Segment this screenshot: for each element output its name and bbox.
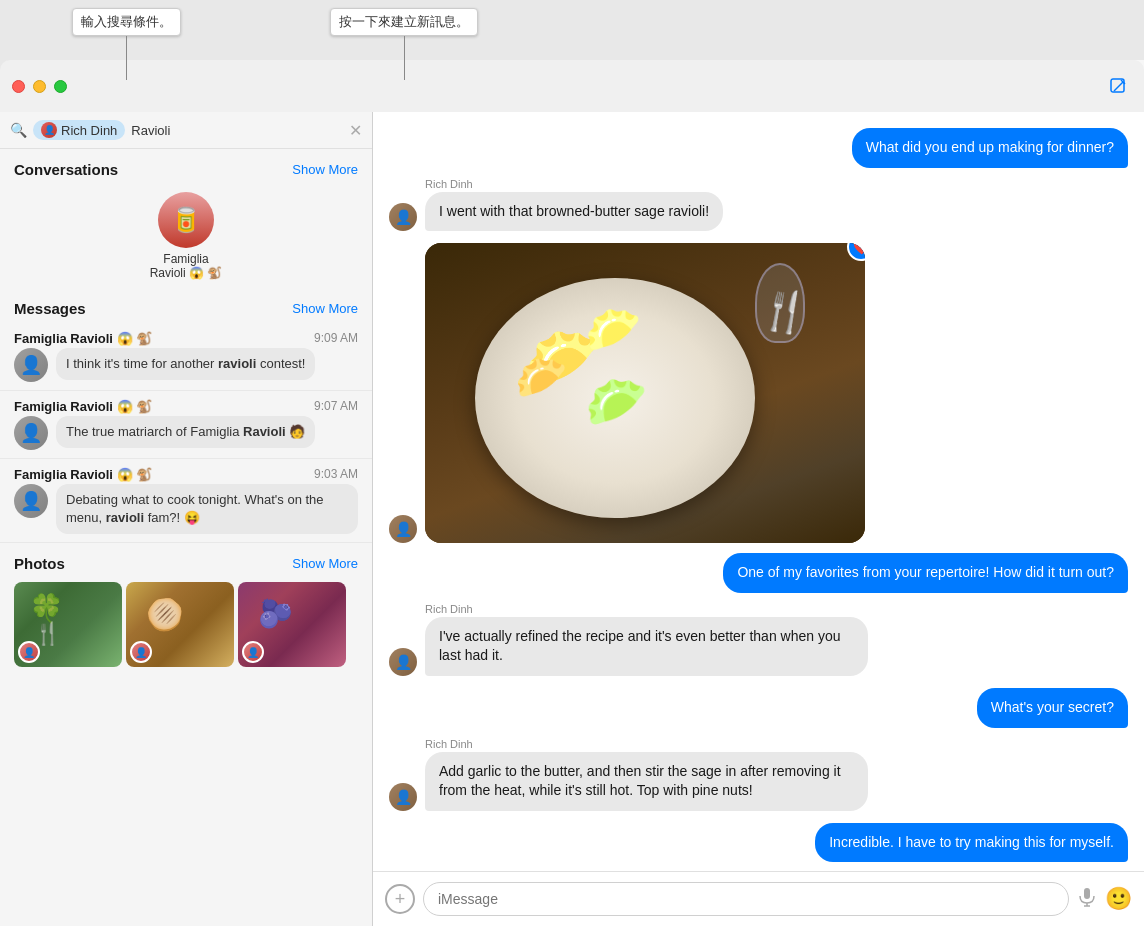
sender-label-7: Rich Dinh xyxy=(425,738,1128,750)
minimize-button[interactable] xyxy=(33,80,46,93)
message-row-8: Incredible. I have to try making this fo… xyxy=(389,823,1128,863)
conv-avatar-famiglia: 🥫 xyxy=(158,192,214,248)
message-row-4: One of my favorites from your repertoire… xyxy=(389,553,1128,593)
photo-thumb-2[interactable]: 🫓 👤 xyxy=(126,582,234,667)
message-result-3[interactable]: Famiglia Ravioli 😱 🐒 9:03 AM 👤 Debating … xyxy=(0,459,372,543)
msg-result-time-3: 9:03 AM xyxy=(314,467,358,482)
photo-image-2: 🫓 👤 xyxy=(126,582,234,667)
photo-avatar-2: 👤 xyxy=(130,641,152,663)
photos-grid: 🍀 🍴 👤 🫓 👤 🫐 👤 xyxy=(0,578,372,681)
tooltip-compose: 按一下來建立新訊息。 xyxy=(330,8,478,36)
sender-label-2: Rich Dinh xyxy=(425,178,1128,190)
message-result-2[interactable]: Famiglia Ravioli 😱 🐒 9:07 AM 👤 The true … xyxy=(0,391,372,459)
photos-title: Photos xyxy=(14,555,65,572)
search-text: Ravioli xyxy=(131,123,170,138)
close-button[interactable] xyxy=(12,80,25,93)
conv-name-famiglia: FamigliaRavioli 😱 🐒 xyxy=(150,252,223,280)
traffic-lights xyxy=(12,80,67,93)
photo-avatar-3: 👤 xyxy=(242,641,264,663)
sidebar: 🔍 👤 Rich Dinh Ravioli ✕ Conversations Sh… xyxy=(0,112,373,926)
messages-title: Messages xyxy=(14,300,86,317)
search-bar: 🔍 👤 Rich Dinh Ravioli ✕ xyxy=(0,112,372,149)
chat-input-bar: + 🙂 xyxy=(373,871,1144,926)
msg-result-name-3: Famiglia Ravioli 😱 🐒 xyxy=(14,467,152,482)
ravioli-photo: 🥟 🥟 🥟 🥟 🍴 ❤️ xyxy=(425,243,865,543)
messages-show-more[interactable]: Show More xyxy=(292,301,358,316)
emoji-button[interactable]: 🙂 xyxy=(1105,886,1132,912)
photo-thumb-3[interactable]: 🫐 👤 xyxy=(238,582,346,667)
message-image-wrap: 🥟 🥟 🥟 🥟 🍴 ❤️ xyxy=(425,243,865,543)
titlebar xyxy=(0,60,1144,112)
msg-result-avatar-3: 👤 xyxy=(14,484,48,518)
message-bubble-5: I've actually refined the recipe and it'… xyxy=(425,617,868,676)
msg-result-body-1: 👤 I think it's time for another ravioli … xyxy=(14,348,358,382)
msg-result-text-3: Debating what to cook tonight. What's on… xyxy=(56,484,358,534)
photos-show-more[interactable]: Show More xyxy=(292,556,358,571)
photos-header: Photos Show More xyxy=(0,543,372,578)
conversations-header: Conversations Show More xyxy=(0,149,372,184)
msg-result-text-1: I think it's time for another ravioli co… xyxy=(56,348,315,380)
msg-result-name-1: Famiglia Ravioli 😱 🐒 xyxy=(14,331,152,346)
conversations-title: Conversations xyxy=(14,161,118,178)
msg-result-text-2: The true matriarch of Famiglia Ravioli 🧑 xyxy=(56,416,315,448)
message-row-image: 👤 🥟 🥟 🥟 🥟 xyxy=(389,243,1128,543)
message-bubble-1: What did you end up making for dinner? xyxy=(852,128,1128,168)
msg-avatar-image: 👤 xyxy=(389,515,417,543)
conv-avatar-emoji: 🥫 xyxy=(158,192,214,248)
photo-thumb-1[interactable]: 🍀 🍴 👤 xyxy=(14,582,122,667)
msg-result-header-1: Famiglia Ravioli 😱 🐒 9:09 AM xyxy=(14,331,358,346)
photo-image-3: 🫐 👤 xyxy=(238,582,346,667)
message-bubble-8: Incredible. I have to try making this fo… xyxy=(815,823,1128,863)
svg-line-1 xyxy=(1114,82,1123,91)
msg-result-header-3: Famiglia Ravioli 😱 🐒 9:03 AM xyxy=(14,467,358,482)
message-bubble-2: I went with that browned-butter sage rav… xyxy=(425,192,723,232)
msg-avatar-2: 👤 xyxy=(389,203,417,231)
msg-result-body-2: 👤 The true matriarch of Famiglia Ravioli… xyxy=(14,416,358,450)
message-input[interactable] xyxy=(423,882,1069,916)
msg-result-header-2: Famiglia Ravioli 😱 🐒 9:07 AM xyxy=(14,399,358,414)
message-bubble-7: Add garlic to the butter, and then stir … xyxy=(425,752,868,811)
svg-rect-6 xyxy=(1084,888,1090,899)
voice-input-icon[interactable] xyxy=(1077,887,1097,912)
messages-header: Messages Show More xyxy=(0,288,372,323)
search-tag-name: Rich Dinh xyxy=(61,123,117,138)
message-image: 🥟 🥟 🥟 🥟 🍴 ❤️ xyxy=(425,243,865,543)
search-clear-button[interactable]: ✕ xyxy=(349,121,362,140)
search-tag-avatar: 👤 xyxy=(41,122,57,138)
compose-button[interactable] xyxy=(1104,72,1132,100)
tooltip-search: 輸入搜尋條件。 xyxy=(72,8,181,36)
msg-result-time-1: 9:09 AM xyxy=(314,331,358,346)
message-row-7: 👤 Add garlic to the butter, and then sti… xyxy=(389,752,1128,811)
message-bubble-4: One of my favorites from your repertoire… xyxy=(723,553,1128,593)
search-tag: 👤 Rich Dinh xyxy=(33,120,125,140)
photo-image-1: 🍀 🍴 👤 xyxy=(14,582,122,667)
chat-messages: What did you end up making for dinner? R… xyxy=(373,112,1144,871)
message-row-1: What did you end up making for dinner? xyxy=(389,128,1128,168)
add-button[interactable]: + xyxy=(385,884,415,914)
message-row-2: 👤 I went with that browned-butter sage r… xyxy=(389,192,1128,232)
msg-result-avatar-1: 👤 xyxy=(14,348,48,382)
chat-panel: To: Famiglia Ravioli 🤔 🐒 What d xyxy=(373,60,1144,926)
msg-result-body-3: 👤 Debating what to cook tonight. What's … xyxy=(14,484,358,534)
sidebar-content: Conversations Show More 🥫 FamigliaRaviol… xyxy=(0,149,372,926)
msg-result-avatar-2: 👤 xyxy=(14,416,48,450)
conversations-show-more[interactable]: Show More xyxy=(292,162,358,177)
message-bubble-6: What's your secret? xyxy=(977,688,1128,728)
sender-label-5: Rich Dinh xyxy=(425,603,1128,615)
maximize-button[interactable] xyxy=(54,80,67,93)
conversation-item-famiglia[interactable]: 🥫 FamigliaRavioli 😱 🐒 xyxy=(0,184,372,288)
photo-avatar-1: 👤 xyxy=(18,641,40,663)
msg-avatar-5: 👤 xyxy=(389,648,417,676)
search-icon: 🔍 xyxy=(10,122,27,138)
msg-result-name-2: Famiglia Ravioli 😱 🐒 xyxy=(14,399,152,414)
msg-avatar-7: 👤 xyxy=(389,783,417,811)
message-result-1[interactable]: Famiglia Ravioli 😱 🐒 9:09 AM 👤 I think i… xyxy=(0,323,372,391)
msg-result-time-2: 9:07 AM xyxy=(314,399,358,414)
message-row-6: What's your secret? xyxy=(389,688,1128,728)
message-row-5: 👤 I've actually refined the recipe and i… xyxy=(389,617,1128,676)
